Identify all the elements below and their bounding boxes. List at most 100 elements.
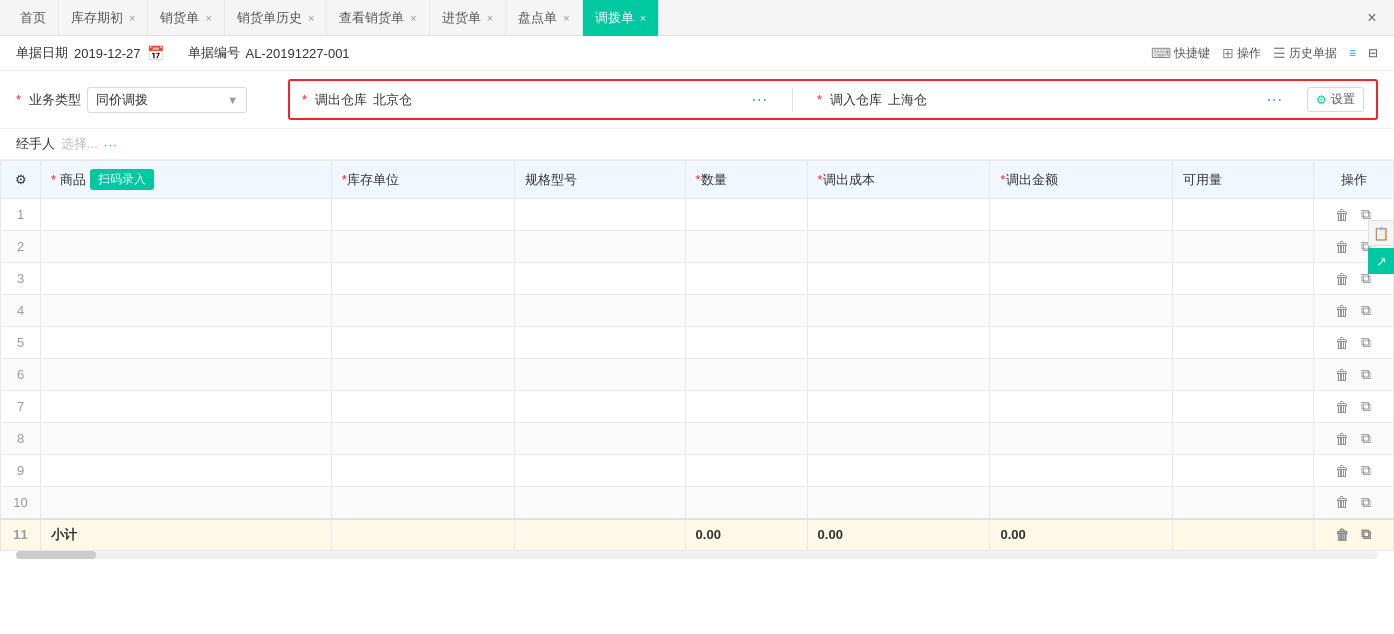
sidebar-expand-button[interactable]: ↗ <box>1368 248 1394 274</box>
cell-amount[interactable] <box>990 231 1173 263</box>
cell-cost[interactable] <box>807 455 990 487</box>
delete-icon[interactable]: 🗑 <box>1333 302 1351 320</box>
cell-cost[interactable] <box>807 359 990 391</box>
tab-close-sales-order[interactable]: × <box>205 12 211 24</box>
cell-spec[interactable] <box>514 423 685 455</box>
cell-cost[interactable] <box>807 263 990 295</box>
cell-cost[interactable] <box>807 327 990 359</box>
cell-spec[interactable] <box>514 327 685 359</box>
history-button[interactable]: ☰ 历史单据 <box>1273 45 1337 62</box>
tab-stocktake[interactable]: 盘点单 × <box>506 0 582 36</box>
cell-qty[interactable] <box>685 263 807 295</box>
cell-product[interactable] <box>41 231 332 263</box>
delete-icon[interactable]: 🗑 <box>1333 206 1351 224</box>
cell-unit[interactable] <box>331 423 514 455</box>
th-settings[interactable]: ⚙ <box>1 161 41 199</box>
tab-sales-history[interactable]: 销货单历史 × <box>225 0 327 36</box>
cell-product[interactable] <box>41 423 332 455</box>
cell-amount[interactable] <box>990 359 1173 391</box>
person-more-button[interactable]: ··· <box>104 137 118 152</box>
cell-product[interactable] <box>41 487 332 519</box>
cell-spec[interactable] <box>514 231 685 263</box>
delete-icon[interactable]: 🗑 <box>1333 366 1351 384</box>
tab-close-view-sales[interactable]: × <box>410 12 416 24</box>
transfer-in-more-button[interactable]: ··· <box>1267 91 1283 109</box>
cell-amount[interactable] <box>990 295 1173 327</box>
cell-product[interactable] <box>41 263 332 295</box>
copy-icon[interactable]: ⧉ <box>1357 462 1375 480</box>
cell-cost[interactable] <box>807 487 990 519</box>
cell-unit[interactable] <box>331 391 514 423</box>
delete-icon[interactable]: 🗑 <box>1333 238 1351 256</box>
cell-available[interactable] <box>1173 391 1314 423</box>
cell-unit[interactable] <box>331 231 514 263</box>
cell-cost[interactable] <box>807 423 990 455</box>
tab-inventory-init[interactable]: 库存期初 × <box>59 0 148 36</box>
tab-close-sales-history[interactable]: × <box>308 12 314 24</box>
cell-unit[interactable] <box>331 199 514 231</box>
cell-cost[interactable] <box>807 199 990 231</box>
cell-amount[interactable] <box>990 455 1173 487</box>
cell-spec[interactable] <box>514 487 685 519</box>
cell-qty[interactable] <box>685 327 807 359</box>
tab-close-purchase[interactable]: × <box>487 12 493 24</box>
cell-amount[interactable] <box>990 263 1173 295</box>
cell-spec[interactable] <box>514 295 685 327</box>
cell-unit[interactable] <box>331 359 514 391</box>
cell-qty[interactable] <box>685 359 807 391</box>
cell-spec[interactable] <box>514 455 685 487</box>
copy-icon[interactable]: ⧉ <box>1357 366 1375 384</box>
cell-spec[interactable] <box>514 199 685 231</box>
tab-home[interactable]: 首页 <box>8 0 59 36</box>
cell-qty[interactable] <box>685 199 807 231</box>
copy-icon[interactable]: ⧉ <box>1357 430 1375 448</box>
setting-button[interactable]: ⚙ 设置 <box>1307 87 1364 112</box>
copy-icon[interactable]: ⧉ <box>1357 526 1375 544</box>
copy-icon[interactable]: ⧉ <box>1357 334 1375 352</box>
copy-icon[interactable]: ⧉ <box>1357 302 1375 320</box>
cell-qty[interactable] <box>685 391 807 423</box>
tab-close-transfer[interactable]: × <box>640 12 646 24</box>
cell-qty[interactable] <box>685 295 807 327</box>
tab-view-sales[interactable]: 查看销货单 × <box>327 0 429 36</box>
tab-purchase[interactable]: 进货单 × <box>430 0 506 36</box>
cell-available[interactable] <box>1173 295 1314 327</box>
cell-available[interactable] <box>1173 231 1314 263</box>
sidebar-doc-button[interactable]: 📋 <box>1368 220 1394 246</box>
cell-cost[interactable] <box>807 391 990 423</box>
person-placeholder[interactable]: 选择... <box>61 135 98 153</box>
layout-toggle-grid[interactable]: ⊟ <box>1368 46 1378 60</box>
cell-product[interactable] <box>41 327 332 359</box>
cell-available[interactable] <box>1173 423 1314 455</box>
delete-icon[interactable]: 🗑 <box>1333 526 1351 544</box>
shortcuts-button[interactable]: ⌨ 快捷键 <box>1151 45 1210 62</box>
delete-icon[interactable]: 🗑 <box>1333 430 1351 448</box>
scroll-thumb[interactable] <box>16 551 96 559</box>
cell-available[interactable] <box>1173 487 1314 519</box>
cell-amount[interactable] <box>990 327 1173 359</box>
cell-spec[interactable] <box>514 359 685 391</box>
tab-close-inventory-init[interactable]: × <box>129 12 135 24</box>
cell-spec[interactable] <box>514 263 685 295</box>
cell-unit[interactable] <box>331 327 514 359</box>
cell-cost[interactable] <box>807 295 990 327</box>
window-close-button[interactable]: × <box>1358 4 1386 32</box>
cell-available[interactable] <box>1173 359 1314 391</box>
cell-spec[interactable] <box>514 391 685 423</box>
cell-qty[interactable] <box>685 231 807 263</box>
cell-amount[interactable] <box>990 199 1173 231</box>
tab-transfer[interactable]: 调拨单 × <box>583 0 659 36</box>
transfer-out-more-button[interactable]: ··· <box>752 91 768 109</box>
operations-button[interactable]: ⊞ 操作 <box>1222 45 1261 62</box>
cell-product[interactable] <box>41 295 332 327</box>
scan-button[interactable]: 扫码录入 <box>90 169 154 190</box>
calendar-icon[interactable]: 📅 <box>147 45 164 61</box>
delete-icon[interactable]: 🗑 <box>1333 334 1351 352</box>
copy-icon[interactable]: ⧉ <box>1357 493 1375 511</box>
cell-product[interactable] <box>41 455 332 487</box>
delete-icon[interactable]: 🗑 <box>1333 398 1351 416</box>
cell-available[interactable] <box>1173 455 1314 487</box>
cell-qty[interactable] <box>685 487 807 519</box>
business-type-select[interactable]: 同价调拨 ▼ <box>87 87 247 113</box>
cell-available[interactable] <box>1173 199 1314 231</box>
